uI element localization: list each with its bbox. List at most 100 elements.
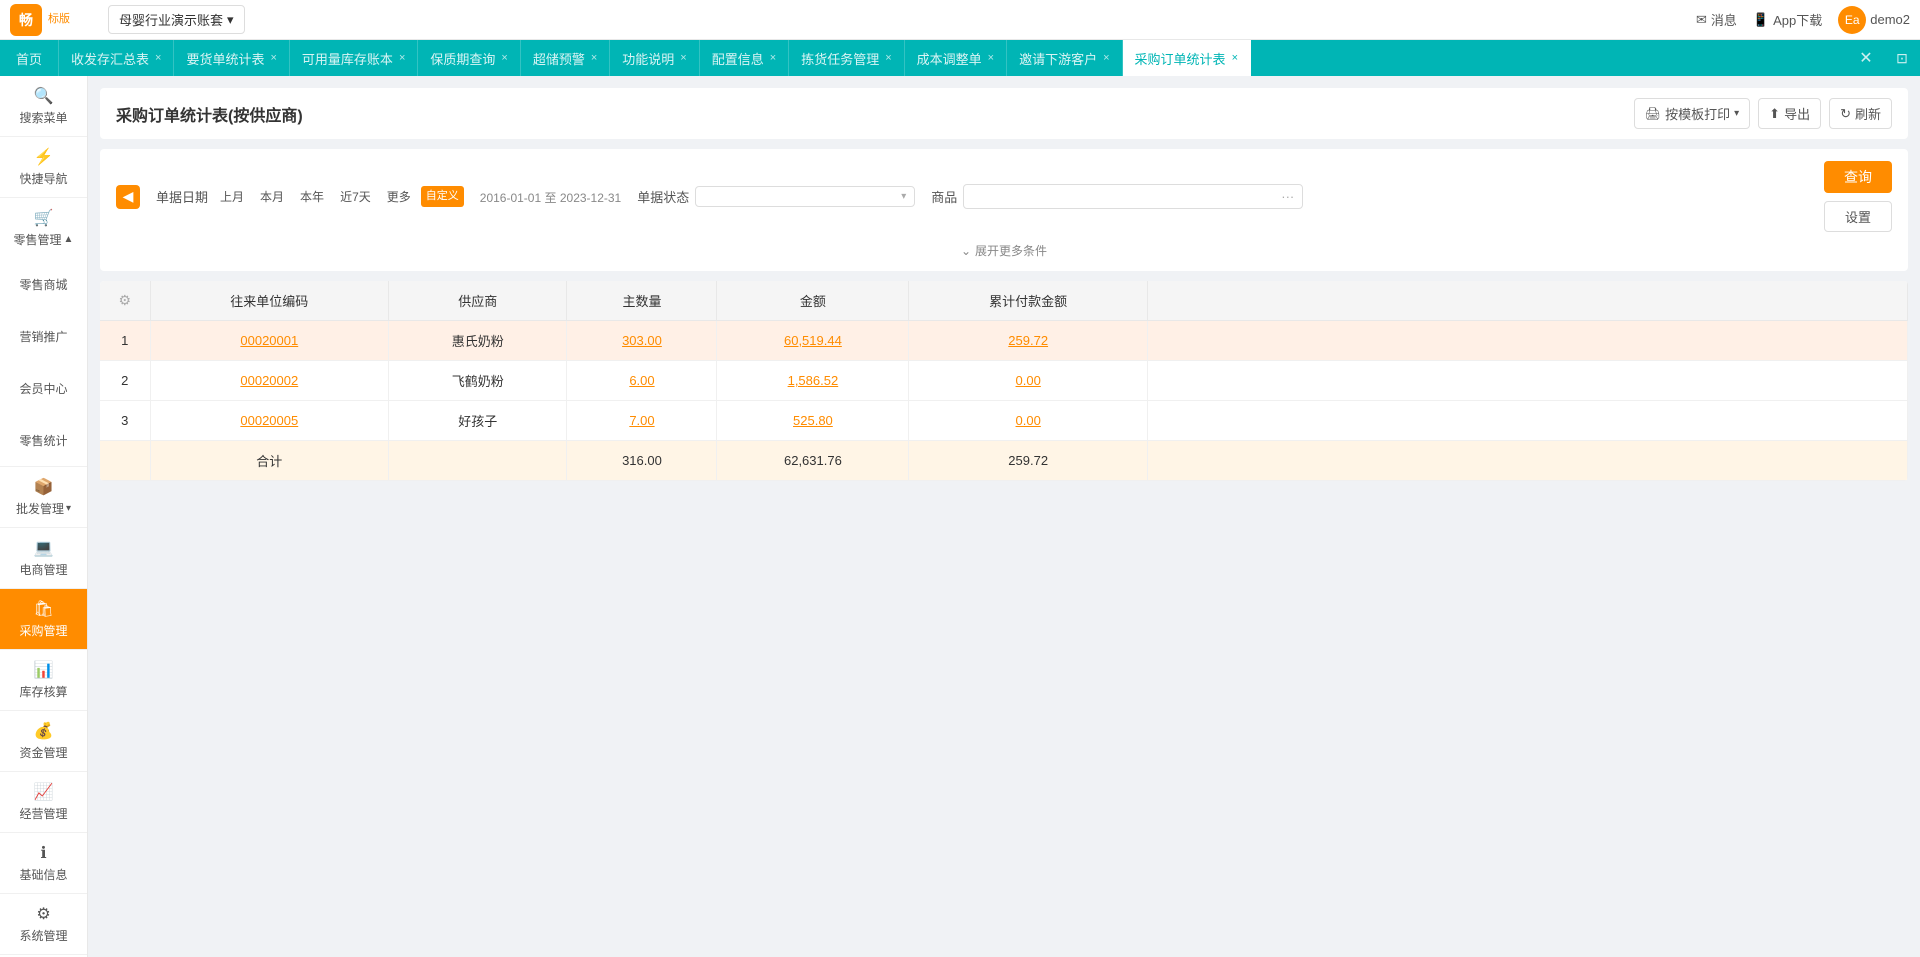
gear-icon: ⚙ [36,904,50,924]
sidebar-item-marketing-label: 营销推广 [19,328,67,345]
sidebar-item-retail-stat[interactable]: 零售统计 [0,414,87,466]
sidebar-item-inventory[interactable]: 📊 库存核算 [0,650,87,710]
message-icon: ✉ [1696,12,1707,28]
sidebar-item-search[interactable]: 🔍 搜索菜单 [0,76,87,136]
tab-caigoudantongji[interactable]: 采购订单统计表 × [1123,40,1251,76]
filter-row-main: ◀ 单据日期 上月 本月 本年 近7天 更多 自定义 [116,161,1892,232]
tab-chengbentiaoz-close[interactable]: × [988,52,994,64]
tab-tuohuo[interactable]: 拣货任务管理 × [789,40,904,76]
expand-down-icon: ⌄ [961,244,971,258]
tab-baozhanqixiachaxun-close[interactable]: × [501,52,507,64]
page-content: 采购订单统计表(按供应商) 🖨 按模板打印 ▾ ⬆ 导出 ↻ 刷新 [88,76,1920,493]
sidebar-item-member-label: 会员中心 [19,380,67,397]
page-header: 采购订单统计表(按供应商) 🖨 按模板打印 ▾ ⬆ 导出 ↻ 刷新 [100,88,1908,139]
tab-yaoqingxiayouke[interactable]: 邀请下游客户 × [1007,40,1122,76]
nav-maximize-btn[interactable]: ⊡ [1884,40,1920,76]
goods-more-icon: ··· [1281,189,1294,204]
workspace-selector[interactable]: 母婴行业演示账套 ▾ [108,5,245,34]
tab-tuohuo-close[interactable]: × [885,52,891,64]
tab-keyongliangkucuzhangben[interactable]: 可用量库存账本 × [290,40,418,76]
table-row: 100020001惠氏奶粉303.0060,519.44259.72 [100,321,1908,361]
cell-paid[interactable]: 0.00 [909,401,1148,441]
cell-qty[interactable]: 303.00 [567,321,717,361]
tab-chaochuyu-close[interactable]: × [591,52,597,64]
sidebar-item-wholesale[interactable]: 📦 批发管理 ▾ [0,467,87,527]
tab-shoufahuizongtable[interactable]: 收发存汇总表 × [59,40,174,76]
cell-amount[interactable]: 60,519.44 [717,321,909,361]
sidebar-item-member[interactable]: 会员中心 [0,362,87,414]
sidebar-item-search-label: 搜索菜单 [19,109,67,126]
tab-chengbentiaoz[interactable]: 成本调整单 × [905,40,1007,76]
sidebar-section-retail: 🛒 零售管理 ▲ 零售商城 营销推广 会员中心 零售统计 [0,198,87,467]
expand-conditions-label: 展开更多条件 [975,242,1047,259]
cell-paid[interactable]: 0.00 [909,361,1148,401]
export-button[interactable]: ⬆ 导出 [1758,98,1821,129]
tab-gongnengshuo[interactable]: 功能说明 × [610,40,699,76]
box-icon: 📦 [34,477,54,497]
tab-peizhi-close[interactable]: × [770,52,776,64]
query-button[interactable]: 查询 [1824,161,1892,193]
date-custom-badge[interactable]: 自定义 [421,186,464,207]
sidebar-item-retail-mall[interactable]: 零售商城 [0,258,87,310]
chevron-down-icon: ▲ [64,234,74,245]
sidebar-item-ecommerce-label: 电商管理 [19,561,67,578]
date-shortcut-7days[interactable]: 近7天 [334,186,377,207]
tab-caigoudantongji-label: 采购订单统计表 [1135,49,1226,68]
filter-goods-label: 商品 [931,187,957,206]
cell-paid[interactable]: 259.72 [909,321,1148,361]
nav-close-all-btn[interactable]: ✕ [1848,40,1884,76]
cell-code[interactable]: 00020002 [150,361,389,401]
date-shortcut-this-year[interactable]: 本年 [294,186,330,207]
tab-yaohuodantongji[interactable]: 要货单统计表 × [174,40,289,76]
goods-input[interactable]: ··· [963,184,1303,209]
date-shortcut-last-month[interactable]: 上月 [214,186,250,207]
cell-amount[interactable]: 1,586.52 [717,361,909,401]
tab-home[interactable]: 首页 [0,40,59,76]
tab-baozhanqixiachaxun[interactable]: 保质期查询 × [418,40,520,76]
settings-button[interactable]: 设置 [1824,201,1892,232]
print-button[interactable]: 🖨 按模板打印 ▾ [1634,98,1751,129]
sidebar-item-purchase[interactable]: 🛍 采购管理 [0,589,87,649]
date-shortcut-more[interactable]: 更多 [381,186,417,207]
page-actions: 🖨 按模板打印 ▾ ⬆ 导出 ↻ 刷新 [1634,98,1892,129]
date-shortcut-this-month[interactable]: 本月 [254,186,290,207]
status-select[interactable]: ▾ [695,186,915,207]
sidebar-item-wholesale-label: 批发管理 [16,500,64,517]
tab-peizhi[interactable]: 配置信息 × [700,40,789,76]
footer-amount: 62,631.76 [717,441,909,481]
tab-chaochuyu[interactable]: 超储预警 × [521,40,610,76]
footer-label: 合计 [150,441,389,481]
tab-caigoudantongji-close[interactable]: × [1232,52,1238,64]
sidebar-item-operations[interactable]: 📈 经营管理 [0,772,87,832]
message-btn[interactable]: ✉ 消息 [1696,10,1737,29]
sidebar-item-retail[interactable]: 🛒 零售管理 ▲ [0,198,87,258]
tab-yaohuodantongji-close[interactable]: × [270,52,276,64]
expand-conditions[interactable]: ⌄ 展开更多条件 [116,242,1892,259]
cell-qty[interactable]: 7.00 [567,401,717,441]
date-from: 2016-01-01 [480,191,541,205]
col-header-supplier: 供应商 [389,281,567,321]
tab-gongnengshuo-close[interactable]: × [680,52,686,64]
refresh-button[interactable]: ↻ 刷新 [1829,98,1892,129]
sidebar-section-operations: 📈 经营管理 [0,772,87,833]
sidebar-item-ecommerce[interactable]: 💻 电商管理 [0,528,87,588]
sidebar-item-marketing[interactable]: 营销推广 [0,310,87,362]
cell-code[interactable]: 00020001 [150,321,389,361]
sidebar-item-retail-mall-label: 零售商城 [19,276,67,293]
tab-shoufahuizongtable-close[interactable]: × [155,52,161,64]
user-profile[interactable]: Ea demo2 [1838,6,1910,34]
tab-keyongliangkucuzhangben-close[interactable]: × [399,52,405,64]
sidebar-item-shortcut[interactable]: ⚡ 快捷导航 [0,137,87,197]
tab-yaoqingxiayouke-close[interactable]: × [1103,52,1109,64]
filter-toggle-button[interactable]: ◀ [116,185,140,209]
sidebar-item-system[interactable]: ⚙ 系统管理 [0,894,87,954]
cell-amount[interactable]: 525.80 [717,401,909,441]
cell-qty[interactable]: 6.00 [567,361,717,401]
filter-area: ◀ 单据日期 上月 本月 本年 近7天 更多 自定义 [100,149,1908,271]
app-download-btn[interactable]: 📱 App下载 [1753,10,1822,29]
col-header-settings[interactable]: ⚙ [100,281,150,321]
logo-area: 畅 标版 [10,4,98,36]
cell-code[interactable]: 00020005 [150,401,389,441]
sidebar-item-basic-info[interactable]: ℹ 基础信息 [0,833,87,893]
sidebar-item-finance[interactable]: 💰 资金管理 [0,711,87,771]
